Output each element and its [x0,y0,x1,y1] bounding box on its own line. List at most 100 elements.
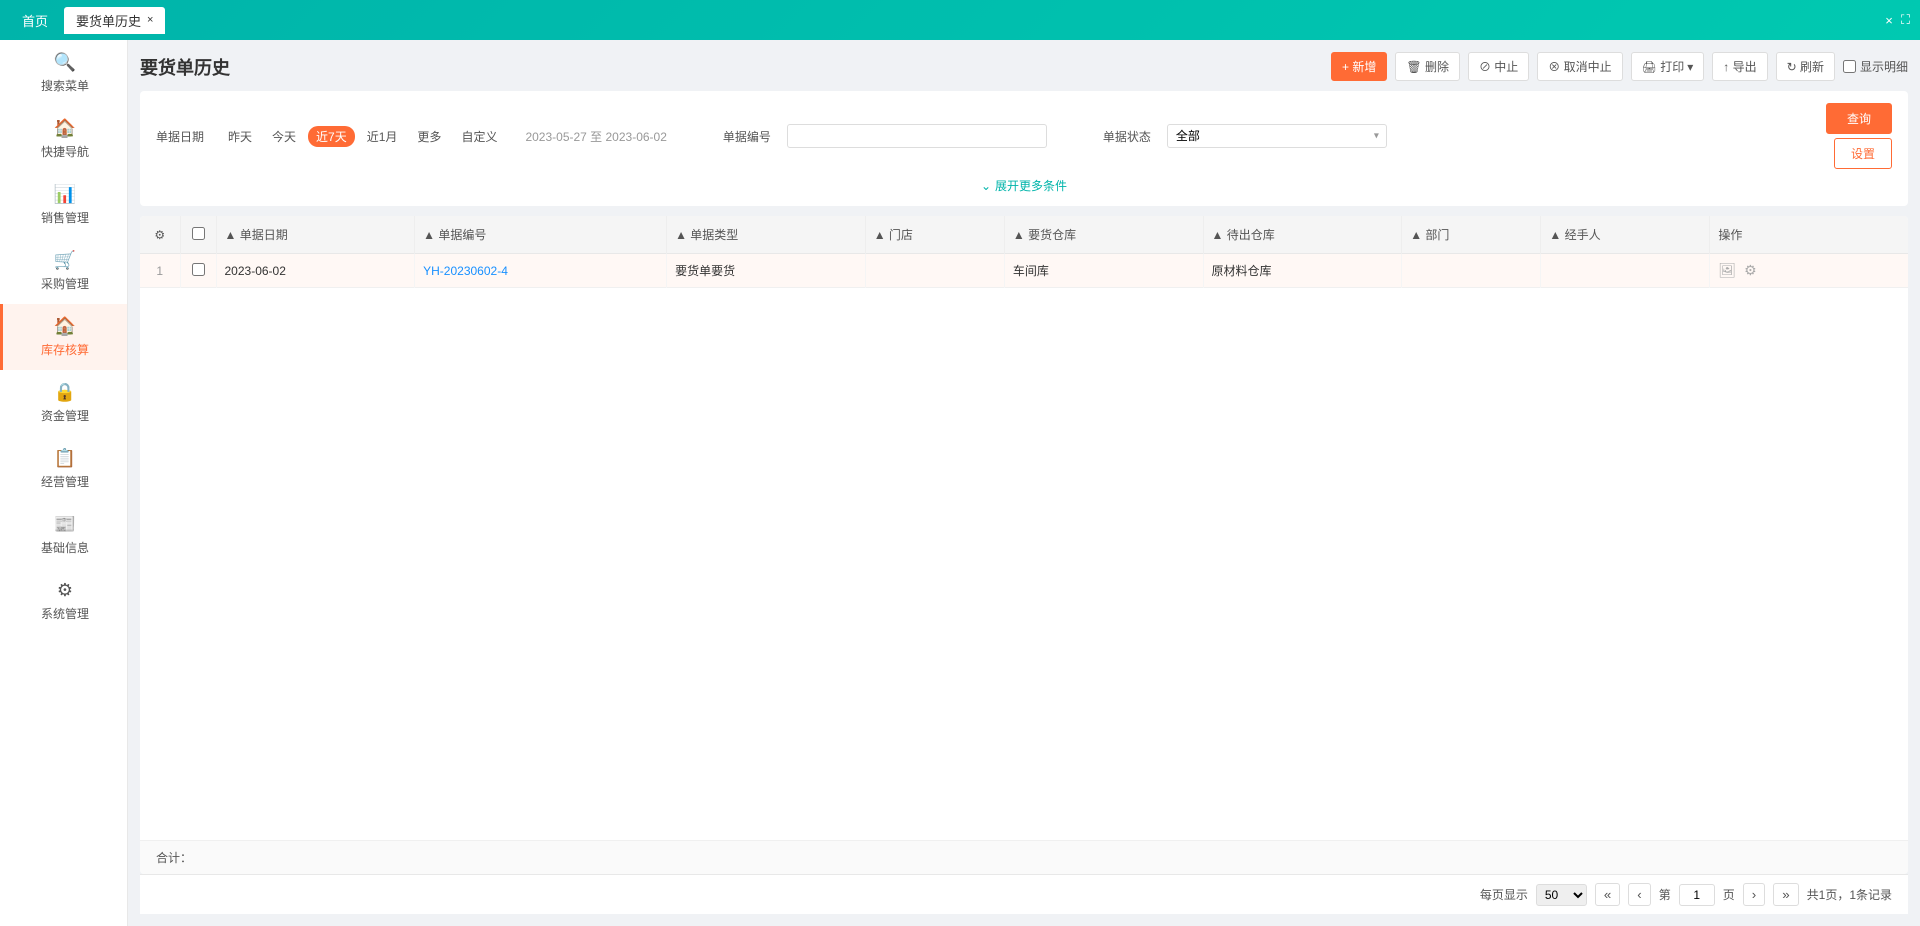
col-bill-no[interactable]: ▲ 单据编号 [415,216,667,254]
expand-more-conditions[interactable]: ⌄ 展开更多条件 [981,177,1067,194]
date-range-display: 2023-05-27 至 2023-06-02 [525,128,666,145]
content-area: 要货单历史 + 新增 🗑 删除 ⊘ 中止 ⊗ 取消中止 🖨 打印 ▾ ↑ 导出 … [128,40,1920,926]
display-detail-checkbox[interactable] [1843,60,1856,73]
page-size-label: 每页显示 [1480,886,1528,903]
col-bill-date[interactable]: ▲ 单据日期 [216,216,415,254]
topbar-fullscreen-btn[interactable]: ⛶ [1901,12,1910,28]
date-btn-today[interactable]: 今天 [264,126,304,147]
row-1-department [1402,254,1541,288]
tab-requisition-history[interactable]: 要货单历史 × [64,7,165,34]
expand-arrow-icon: ⌄ [981,179,991,193]
pagination-summary: 共1页，1条记录 [1807,886,1892,903]
col-checkbox [180,216,216,254]
col-bill-type[interactable]: ▲ 单据类型 [667,216,866,254]
row-1-handler [1541,254,1710,288]
date-btn-yesterday[interactable]: 昨天 [220,126,260,147]
bill-no-input[interactable] [787,124,1047,148]
page-size-select[interactable]: 20 50 100 [1536,884,1587,906]
sidebar-item-system-mgmt-label: 系统管理 [41,605,89,622]
toolbar: + 新增 🗑 删除 ⊘ 中止 ⊗ 取消中止 🖨 打印 ▾ ↑ 导出 ↻ 刷新 显… [1331,52,1908,81]
bill-status-select[interactable]: 全部 待审核 已审核 中止 [1167,124,1387,148]
bill-status-select-wrapper: 全部 待审核 已审核 中止 ▾ [1167,124,1387,148]
first-page-btn[interactable]: « [1595,883,1620,906]
filter-settings-button[interactable]: 设置 [1834,138,1892,169]
col-pending-warehouse[interactable]: ▲ 待出仓库 [1203,216,1402,254]
tab-home[interactable]: 首页 [10,7,60,34]
bill-status-label: 单据状态 [1103,128,1151,145]
table-settings-icon[interactable]: ⚙ [154,228,165,242]
system-mgmt-icon: ⚙ [57,580,73,601]
new-button[interactable]: + 新增 [1331,52,1387,81]
sidebar-item-sales-mgmt[interactable]: 📊 销售管理 [0,172,127,238]
col-bill-no-label: ▲ 单据编号 [423,228,486,242]
last-page-btn[interactable]: » [1773,883,1798,906]
row-1-store [865,254,1004,288]
row-1-view-icon[interactable]: 🖼 [1718,262,1736,279]
print-label: 🖨 打印 [1642,58,1685,75]
filter-row-1: 单据日期 昨天 今天 近7天 近1月 更多 自定义 2023-05-27 至 2… [156,103,1892,169]
date-btn-more[interactable]: 更多 [409,126,449,147]
col-department-label: ▲ 部门 [1410,228,1449,242]
expand-row: ⌄ 展开更多条件 [156,177,1892,194]
date-btn-custom[interactable]: 自定义 [453,126,505,147]
table-empty-area [140,288,1908,840]
sales-mgmt-icon: 📊 [54,184,76,205]
footer-total-label: 合计： [156,849,192,866]
stop-button[interactable]: ⊘ 中止 [1468,52,1529,81]
cancel-stop-button[interactable]: ⊗ 取消中止 [1537,52,1622,81]
display-detail-toggle[interactable]: 显示明细 [1843,58,1908,75]
inventory-calc-icon: 🏠 [54,316,76,337]
topbar-close-btn[interactable]: × [1885,13,1893,28]
query-button[interactable]: 查询 [1826,103,1892,134]
print-dropdown-icon[interactable]: ▾ [1687,60,1693,74]
expand-label: 展开更多条件 [995,177,1067,194]
sidebar-item-search-menu[interactable]: 🔍 搜索菜单 [0,40,127,106]
row-1-bill-no-link[interactable]: YH-20230602-4 [423,264,508,278]
operation-mgmt-icon: 📋 [54,448,76,469]
page-number-input[interactable] [1679,884,1715,906]
sidebar-item-purchase-mgmt-label: 采购管理 [41,275,89,292]
sidebar-item-system-mgmt[interactable]: ⚙ 系统管理 [0,568,127,634]
col-department[interactable]: ▲ 部门 [1402,216,1541,254]
page-label: 第 [1659,886,1671,903]
topbar-right: × ⛶ [1885,12,1910,28]
sidebar-item-finance-mgmt[interactable]: 🔒 资金管理 [0,370,127,436]
col-req-warehouse[interactable]: ▲ 要货仓库 [1004,216,1203,254]
sidebar-item-sales-mgmt-label: 销售管理 [41,209,89,226]
col-settings[interactable]: ⚙ [140,216,180,254]
col-req-warehouse-label: ▲ 要货仓库 [1013,228,1076,242]
sidebar-item-base-info[interactable]: 📰 基础信息 [0,502,127,568]
prev-page-btn[interactable]: ‹ [1628,883,1650,906]
col-store[interactable]: ▲ 门店 [865,216,1004,254]
sidebar-item-search-menu-label: 搜索菜单 [41,77,89,94]
next-page-btn[interactable]: › [1743,883,1765,906]
sidebar-item-quick-nav[interactable]: 🏠 快捷导航 [0,106,127,172]
table-section: ⚙ ▲ 单据日期 ▲ 单据编号 ▲ 单据类型 [140,216,1908,874]
col-handler[interactable]: ▲ 经手人 [1541,216,1710,254]
table-header-row: ⚙ ▲ 单据日期 ▲ 单据编号 ▲ 单据类型 [140,216,1908,254]
sidebar-item-operation-mgmt[interactable]: 📋 经营管理 [0,436,127,502]
date-filter-label: 单据日期 [156,128,204,145]
date-btn-last-month[interactable]: 近1月 [359,126,406,147]
page-title: 要货单历史 [140,54,230,80]
sidebar-item-inventory-calc[interactable]: 🏠 库存核算 [0,304,127,370]
print-button[interactable]: 🖨 打印 ▾ [1631,52,1705,81]
row-1-bill-no[interactable]: YH-20230602-4 [415,254,667,288]
table-head: ⚙ ▲ 单据日期 ▲ 单据编号 ▲ 单据类型 [140,216,1908,254]
date-btn-last7[interactable]: 近7天 [308,126,355,147]
row-1-more-icon[interactable]: ⚙ [1744,262,1757,279]
row-1-checkbox[interactable] [192,263,205,276]
purchase-mgmt-icon: 🛒 [54,250,76,271]
page-suffix: 页 [1723,886,1735,903]
delete-button[interactable]: 🗑 删除 [1395,52,1460,81]
tab-requisition-history-label: 要货单历史 [76,11,141,30]
row-checkbox-1[interactable] [180,254,216,288]
sidebar-item-purchase-mgmt[interactable]: 🛒 采购管理 [0,238,127,304]
close-tab-icon[interactable]: × [147,14,153,26]
filter-right-btns: 查询 设置 [1826,103,1892,169]
sidebar-item-inventory-calc-label: 库存核算 [41,341,89,358]
select-all-checkbox[interactable] [192,227,205,240]
export-button[interactable]: ↑ 导出 [1712,52,1767,81]
row-1-bill-date: 2023-06-02 [216,254,415,288]
refresh-button[interactable]: ↻ 刷新 [1776,52,1835,81]
